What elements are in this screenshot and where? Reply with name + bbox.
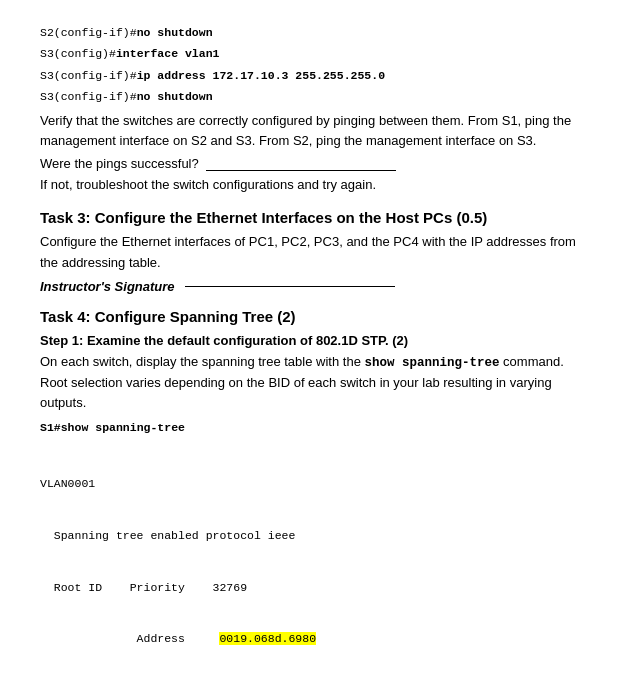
root-addr-line: Address 0019.068d.6980 (40, 630, 585, 647)
blank-line (40, 682, 585, 699)
code-line-4: S3(config-if)#no shutdown (40, 88, 585, 105)
code-line-3: S3(config-if)#ip address 172.17.10.3 255… (40, 67, 585, 84)
s1-command-line: S1#show spanning-tree (40, 419, 585, 436)
vlan-label: VLAN0001 (40, 475, 585, 492)
task3-section: Task 3: Configure the Ethernet Interface… (40, 209, 585, 293)
top-code-block: S2(config-if)#no shutdown S3(config)#int… (40, 24, 585, 105)
step1-title: Step 1: Examine the default configuratio… (40, 333, 585, 348)
pings-line: Were the pings successful? (40, 155, 585, 171)
code-prompt: S3(config-if)# (40, 90, 137, 103)
pings-label: Were the pings successful? (40, 156, 199, 171)
code-line-1: S2(config-if)#no shutdown (40, 24, 585, 41)
page: S2(config-if)#no shutdown S3(config)#int… (0, 0, 625, 700)
stp-line1: Spanning tree enabled protocol ieee (40, 527, 585, 544)
root-id-line: Root ID Priority 32769 (40, 579, 585, 596)
task4-title: Task 4: Configure Spanning Tree (2) (40, 308, 585, 325)
code-cmd: interface vlan1 (116, 47, 220, 60)
root-addr-label: Address (40, 632, 219, 645)
task3-title: Task 3: Configure the Ethernet Interface… (40, 209, 585, 226)
code-cmd: ip address 172.17.10.3 255.255.255.0 (137, 69, 385, 82)
signature-underline (185, 286, 395, 287)
code-line-2: S3(config)#interface vlan1 (40, 45, 585, 62)
spanning-tree-output: VLAN0001 Spanning tree enabled protocol … (40, 441, 585, 700)
task4-section: Task 4: Configure Spanning Tree (2) Step… (40, 308, 585, 700)
task3-body: Configure the Ethernet interfaces of PC1… (40, 232, 585, 272)
verify-text: Verify that the switches are correctly c… (40, 111, 585, 151)
step1-cmd: show spanning-tree (364, 356, 499, 370)
pings-underline (206, 155, 396, 171)
step1-body: On each switch, display the spanning tre… (40, 352, 585, 414)
step1-body-pre: On each switch, display the spanning tre… (40, 354, 364, 369)
code-prompt: S3(config)# (40, 47, 116, 60)
troubleshoot-text: If not, troubleshoot the switch configur… (40, 175, 585, 195)
code-prompt: S3(config-if)# (40, 69, 137, 82)
code-prompt: S2(config-if)# (40, 26, 137, 39)
code-cmd: no shutdown (137, 26, 213, 39)
s1-prompt: S1#show spanning-tree (40, 421, 185, 434)
root-addr-value: 0019.068d.6980 (219, 632, 316, 645)
signature-line: Instructor's Signature (40, 279, 585, 294)
signature-label: Instructor's Signature (40, 279, 175, 294)
code-cmd: no shutdown (137, 90, 213, 103)
